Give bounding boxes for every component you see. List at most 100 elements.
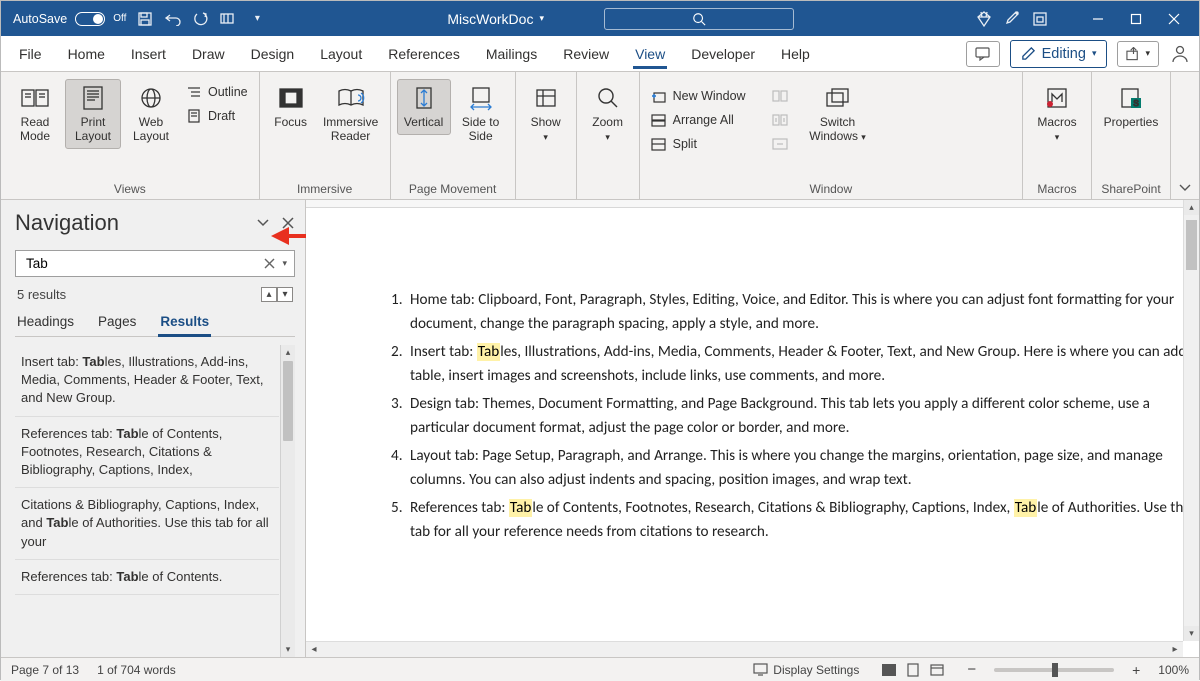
macros-button[interactable]: Macros▾ — [1029, 79, 1085, 149]
group-page-movement: Vertical Side to Side Page Movement — [391, 72, 516, 199]
list-item: Layout tab: Page Setup, Paragraph, and A… — [406, 444, 1199, 492]
search-result[interactable]: References tab: Table of Contents. — [15, 560, 279, 595]
properties-button[interactable]: S Properties — [1098, 79, 1164, 135]
tab-view[interactable]: View — [625, 40, 675, 68]
vertical-button[interactable]: Vertical — [397, 79, 451, 135]
reset-window-button[interactable] — [767, 133, 793, 155]
scroll-right-icon[interactable]: ▸ — [1167, 642, 1183, 657]
word-count[interactable]: 1 of 704 words — [97, 663, 176, 677]
diamond-icon[interactable] — [975, 10, 993, 28]
tab-home[interactable]: Home — [58, 40, 115, 68]
focus-button[interactable]: Focus — [266, 79, 316, 135]
search-dropdown-icon[interactable]: ▾ — [279, 258, 290, 269]
new-window-button[interactable]: New Window — [646, 85, 751, 107]
search-result[interactable]: References tab: Table of Contents, Footn… — [15, 417, 279, 489]
search-result[interactable]: Citations & Bibliography, Captions, Inde… — [15, 488, 279, 560]
search-box[interactable] — [604, 8, 794, 30]
tab-design[interactable]: Design — [241, 40, 305, 68]
navigation-pane: Navigation ▾ 5 results ▴ ▾ Headings Page… — [1, 200, 306, 657]
minimize-button[interactable] — [1079, 3, 1117, 35]
scroll-thumb[interactable] — [283, 361, 293, 441]
print-view-icon[interactable] — [901, 660, 925, 680]
nav-dropdown-icon[interactable] — [255, 217, 271, 229]
show-button[interactable]: Show▾ — [522, 79, 570, 149]
qat-dropdown-icon[interactable]: ▾ — [248, 10, 266, 28]
comments-button[interactable] — [966, 41, 1000, 67]
scroll-down-icon[interactable]: ▾ — [1184, 626, 1199, 641]
tab-references[interactable]: References — [378, 40, 470, 68]
scroll-thumb[interactable] — [1186, 220, 1197, 270]
immersive-reader-button[interactable]: Immersive Reader — [318, 79, 384, 149]
list-item: References tab: Table of Contents, Footn… — [406, 496, 1199, 544]
view-side-by-side-button[interactable] — [767, 85, 793, 107]
save-icon[interactable] — [136, 10, 154, 28]
arrange-all-button[interactable]: Arrange All — [646, 109, 751, 131]
chevron-down-icon: ▾ — [539, 13, 544, 24]
undo-icon[interactable] — [164, 10, 182, 28]
zoom-button[interactable]: Zoom▾ — [583, 79, 633, 149]
outline-button[interactable]: Outline — [181, 81, 253, 103]
page[interactable]: Home tab: Clipboard, Font, Paragraph, St… — [306, 208, 1199, 657]
editing-mode-button[interactable]: Editing ▾ — [1010, 40, 1108, 68]
app-icon[interactable] — [1031, 10, 1049, 28]
nav-search-input[interactable]: ▾ — [15, 250, 295, 277]
scroll-up-icon[interactable]: ▴ — [1184, 200, 1199, 215]
scroll-left-icon[interactable]: ◂ — [306, 642, 322, 657]
redo-icon[interactable] — [192, 10, 210, 28]
group-window: New Window Arrange All Split Switch Wind… — [640, 72, 1023, 199]
vertical-scrollbar[interactable]: ▴ ▾ — [1183, 200, 1199, 641]
maximize-button[interactable] — [1117, 3, 1155, 35]
scroll-down-icon[interactable]: ▾ — [281, 642, 295, 657]
group-label: Views — [7, 180, 253, 199]
zoom-slider[interactable] — [994, 668, 1114, 672]
zoom-level[interactable]: 100% — [1158, 663, 1189, 677]
split-button[interactable]: Split — [646, 133, 751, 155]
web-layout-button[interactable]: Web Layout — [123, 79, 179, 149]
page-indicator[interactable]: Page 7 of 13 — [11, 663, 79, 677]
tab-draw[interactable]: Draw — [182, 40, 235, 68]
collapse-ribbon-button[interactable] — [1171, 72, 1199, 199]
share-button[interactable]: ▾ — [1117, 41, 1159, 67]
nav-tab-pages[interactable]: Pages — [96, 310, 138, 336]
scroll-up-icon[interactable]: ▴ — [281, 345, 295, 360]
switch-windows-button[interactable]: Switch Windows ▾ — [805, 79, 871, 149]
clear-search-icon[interactable] — [260, 258, 279, 269]
results-scrollbar[interactable]: ▴ ▾ — [280, 345, 295, 657]
chevron-down-icon: ▾ — [1092, 48, 1097, 59]
zoom-out-button[interactable]: − — [967, 661, 976, 678]
autosave-toggle[interactable]: AutoSave Off — [13, 12, 126, 26]
chevron-down-icon: ▾ — [1145, 48, 1150, 59]
focus-view-icon[interactable] — [877, 660, 901, 680]
tab-layout[interactable]: Layout — [310, 40, 372, 68]
next-result-button[interactable]: ▾ — [277, 287, 293, 302]
tab-insert[interactable]: Insert — [121, 40, 176, 68]
prev-result-button[interactable]: ▴ — [261, 287, 277, 302]
nav-tab-headings[interactable]: Headings — [15, 310, 76, 336]
tab-file[interactable]: File — [9, 40, 52, 68]
zoom-in-button[interactable]: + — [1132, 662, 1140, 678]
document-list: Home tab: Clipboard, Font, Paragraph, St… — [366, 288, 1199, 544]
draft-button[interactable]: Draft — [181, 105, 253, 127]
brush-icon[interactable] — [1003, 10, 1021, 28]
nav-close-icon[interactable] — [281, 216, 295, 230]
tab-developer[interactable]: Developer — [681, 40, 765, 68]
display-settings-button[interactable]: Display Settings — [753, 663, 859, 677]
tab-review[interactable]: Review — [553, 40, 619, 68]
close-button[interactable] — [1155, 3, 1193, 35]
account-icon[interactable] — [1169, 43, 1191, 65]
read-mode-button[interactable]: Read Mode — [7, 79, 63, 149]
tab-help[interactable]: Help — [771, 40, 820, 68]
svg-text:S: S — [1133, 99, 1138, 108]
search-result[interactable]: Insert tab: Tables, Illustrations, Add-i… — [15, 345, 279, 417]
group-immersive: Focus Immersive Reader Immersive — [260, 72, 391, 199]
nav-search-field[interactable] — [24, 255, 260, 272]
document-title[interactable]: MiscWorkDoc ▾ — [447, 11, 544, 27]
side-to-side-button[interactable]: Side to Side — [453, 79, 509, 149]
nav-tab-results[interactable]: Results — [158, 310, 211, 336]
print-layout-button[interactable]: Print Layout — [65, 79, 121, 149]
tab-mailings[interactable]: Mailings — [476, 40, 547, 68]
horizontal-scrollbar[interactable]: ◂ ▸ — [306, 641, 1183, 657]
web-view-icon[interactable] — [925, 660, 949, 680]
quick-access-icon[interactable] — [220, 10, 238, 28]
sync-scroll-button[interactable] — [767, 109, 793, 131]
